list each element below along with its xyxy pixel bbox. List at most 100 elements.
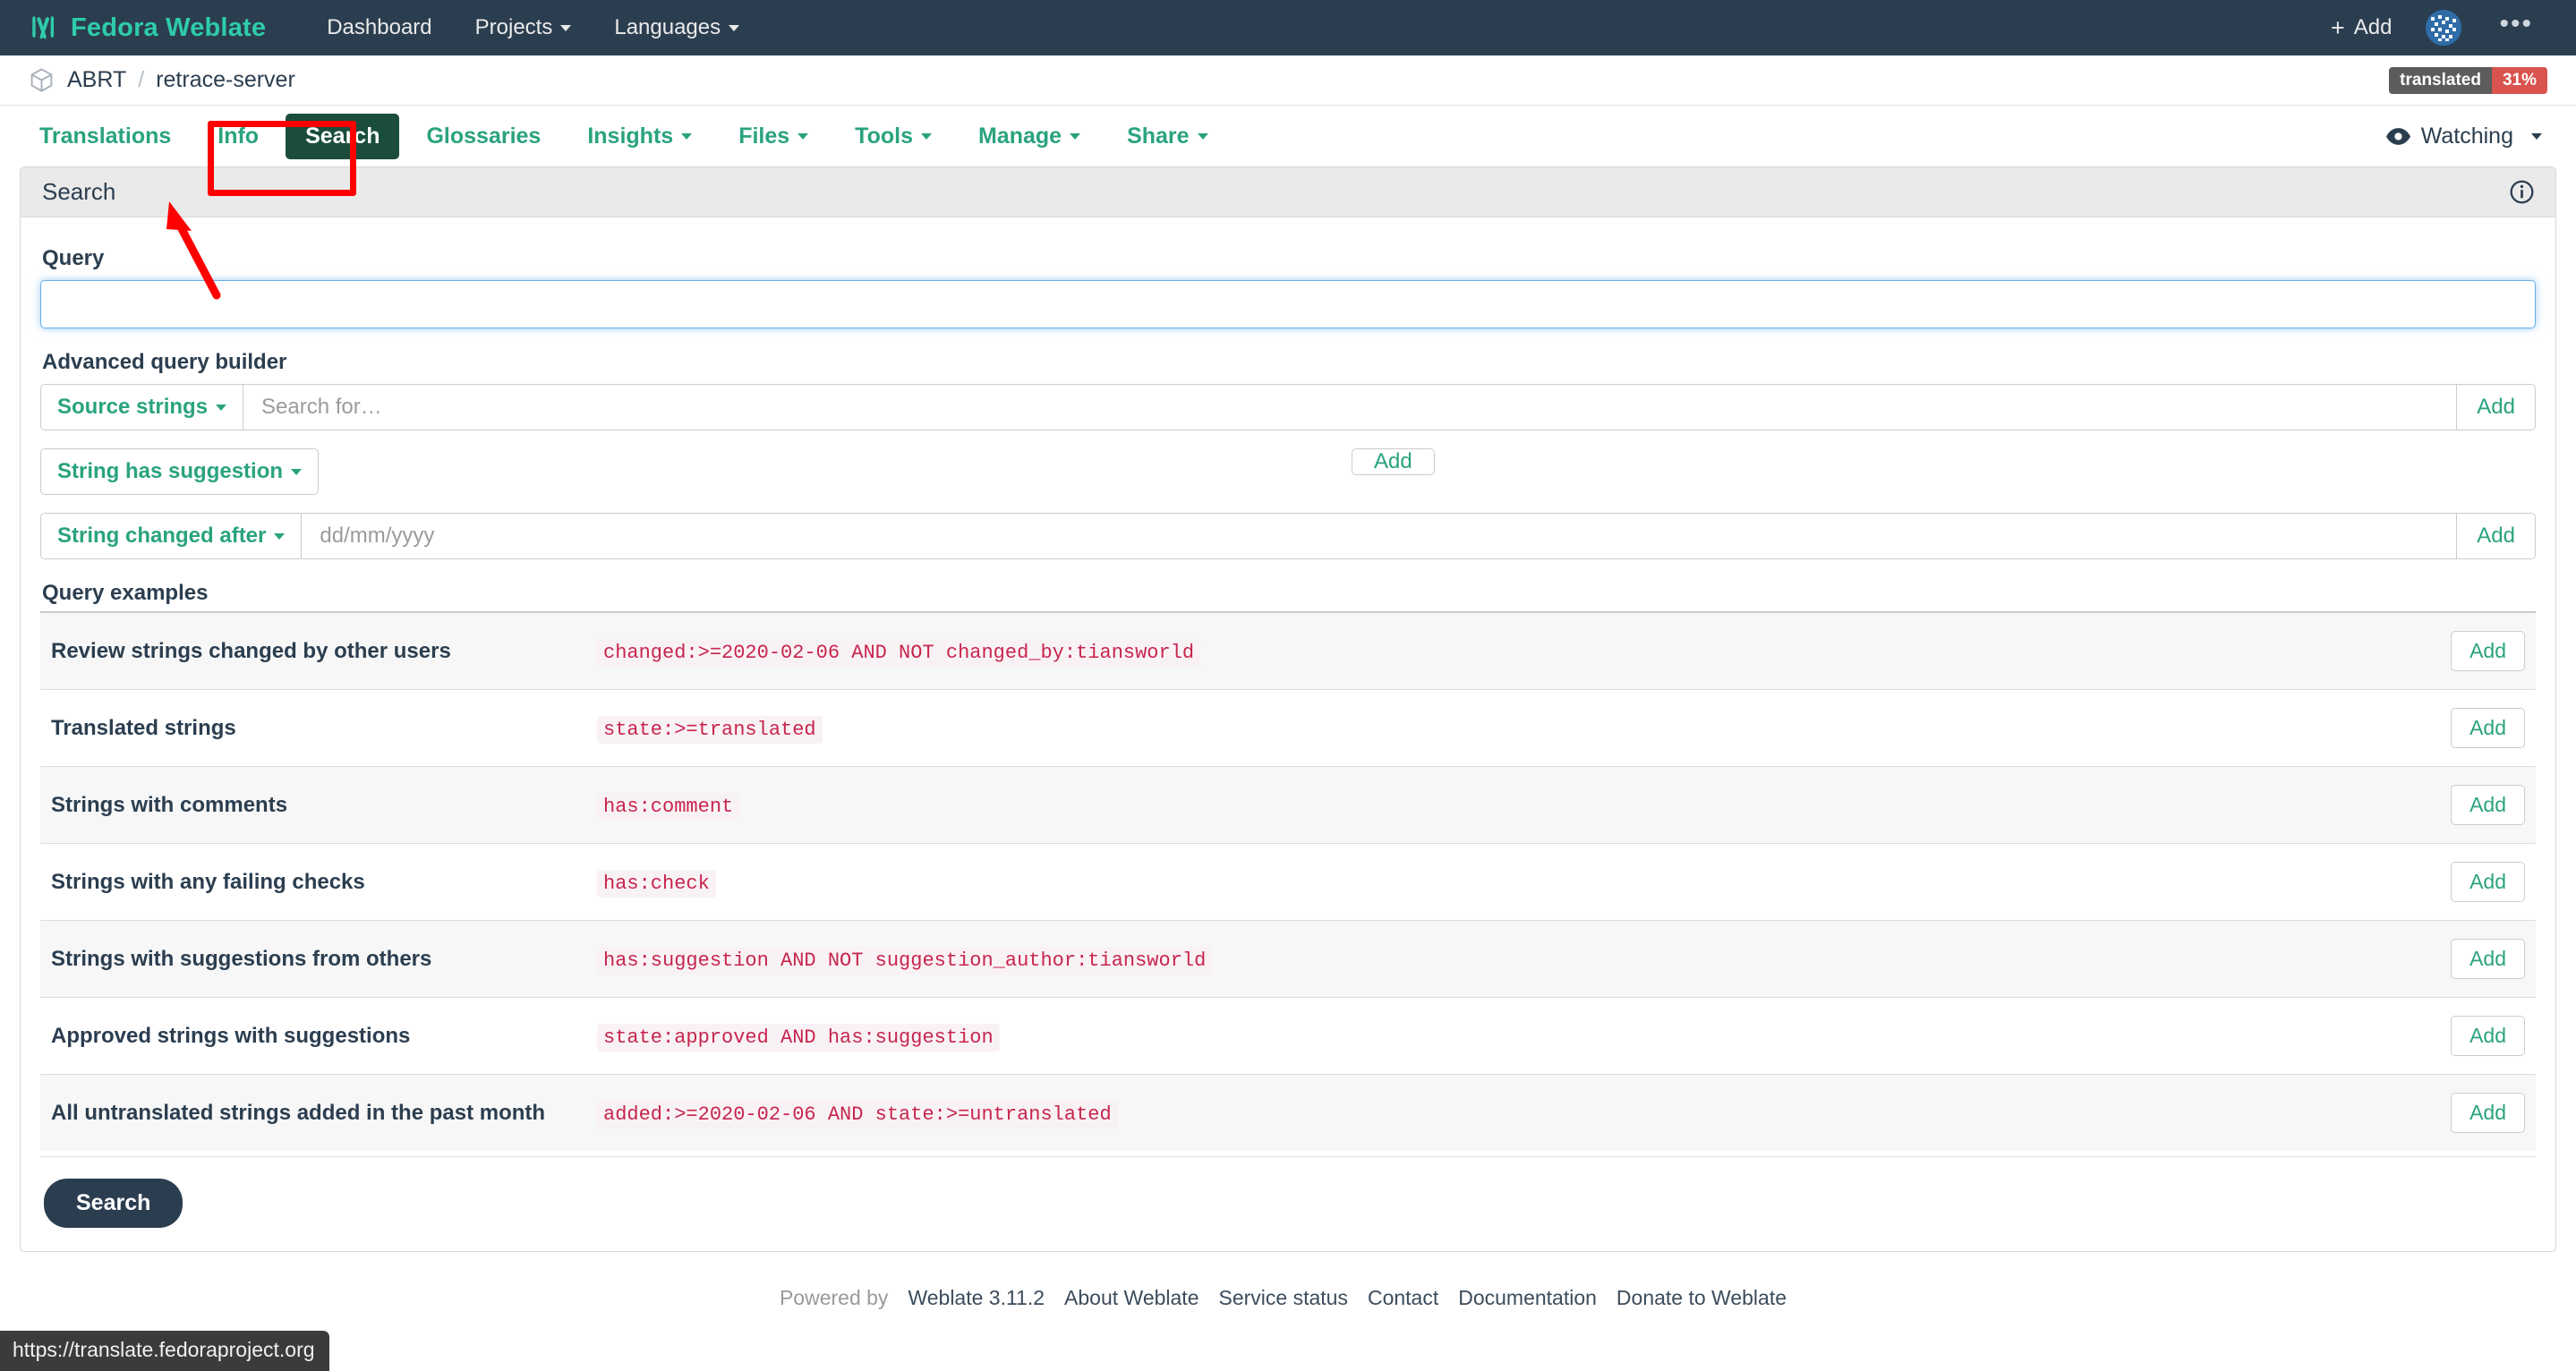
identicon-icon — [2426, 10, 2462, 46]
footer-link-service-status[interactable]: Service status — [1219, 1286, 1348, 1309]
example-code-cell: has:comment — [586, 767, 2419, 844]
query-input[interactable] — [40, 280, 2536, 328]
add-button-label: Add — [2353, 15, 2393, 39]
example-add-button-4[interactable]: Add — [2451, 939, 2525, 979]
example-action-cell: Add — [2419, 1075, 2536, 1152]
example-add-button-2[interactable]: Add — [2451, 785, 2525, 825]
query-builder-text-input-0[interactable] — [243, 384, 2457, 430]
example-name: All untranslated strings added in the pa… — [51, 1100, 546, 1125]
breadcrumb-separator: / — [138, 67, 145, 92]
example-query-code: has:comment — [597, 792, 740, 821]
tab-glossaries-label: Glossaries — [426, 123, 542, 149]
footer-link-donate[interactable]: Donate to Weblate — [1616, 1286, 1787, 1309]
page-footer: Powered by Weblate 3.11.2 About Weblate Ser… — [0, 1286, 2576, 1337]
search-submit-area: Search — [40, 1156, 2536, 1251]
example-action-cell: Add — [2419, 998, 2536, 1075]
status-badge-label: translated — [2389, 66, 2492, 94]
tab-manage-label: Manage — [977, 123, 1062, 149]
tab-search-label: Search — [305, 123, 380, 149]
info-icon[interactable] — [2510, 180, 2534, 204]
query-builder-field-select-2-label: String changed after — [57, 524, 267, 548]
query-builder-add-button-0[interactable]: Add — [2456, 384, 2536, 430]
nav-item-dashboard[interactable]: Dashboard — [305, 0, 453, 55]
search-panel: Search Query Advanced query builder Sour… — [20, 166, 2556, 1252]
tab-files[interactable]: Files — [719, 114, 828, 159]
example-add-button-0[interactable]: Add — [2451, 631, 2525, 671]
query-examples-label: Query examples — [42, 581, 209, 605]
example-query-code: state:>=translated — [597, 715, 823, 744]
footer-link-contact[interactable]: Contact — [1368, 1286, 1438, 1309]
tab-info[interactable]: Info — [198, 114, 278, 159]
tab-insights[interactable]: Insights — [567, 114, 712, 159]
footer-link-documentation[interactable]: Documentation — [1458, 1286, 1597, 1309]
example-query-code: changed:>=2020-02-06 AND NOT changed_by:… — [597, 638, 1201, 667]
query-builder-field-select-2[interactable]: String changed after — [40, 513, 303, 559]
add-button[interactable]: + Add — [2315, 15, 2408, 40]
brand-home-link[interactable]: Fedora Weblate — [29, 13, 266, 43]
query-builder-row-source-strings: Source strings Add — [40, 384, 2536, 430]
search-submit-button[interactable]: Search — [44, 1179, 183, 1228]
example-code-cell: state:approved AND has:suggestion — [586, 998, 2419, 1075]
watching-dropdown[interactable]: Watching — [2385, 123, 2560, 149]
advanced-query-builder-label: Advanced query builder — [42, 350, 287, 374]
example-add-button-5[interactable]: Add — [2451, 1016, 2525, 1056]
example-add-button-1[interactable]: Add — [2451, 708, 2525, 748]
tab-tools[interactable]: Tools — [835, 114, 951, 159]
query-builder-field-select-1-label: String has suggestion — [57, 459, 284, 483]
query-builder-add-button-1[interactable]: Add — [1352, 448, 1435, 475]
chevron-down-icon — [216, 404, 227, 411]
page-content: Search Query Advanced query builder Sour… — [0, 166, 2576, 1252]
footer-powered-by-label: Powered by — [779, 1286, 889, 1309]
page-title: Search — [42, 178, 116, 205]
breadcrumb-component-link[interactable]: retrace-server — [156, 67, 295, 93]
query-examples-table: Review strings changed by other users ch… — [40, 611, 2536, 1151]
tab-translations[interactable]: Translations — [20, 114, 191, 159]
example-action-cell: Add — [2419, 690, 2536, 767]
table-row: Strings with comments has:comment Add — [40, 766, 2536, 844]
example-code-cell: added:>=2020-02-06 AND state:>=untransla… — [586, 1075, 2419, 1152]
chevron-down-icon — [274, 532, 286, 540]
query-builder-add-button-2[interactable]: Add — [2456, 513, 2536, 559]
example-code-cell: has:check — [586, 844, 2419, 921]
tab-share[interactable]: Share — [1107, 114, 1227, 159]
example-code-cell: has:suggestion AND NOT suggestion_author… — [586, 921, 2419, 998]
example-add-button-6[interactable]: Add — [2451, 1093, 2525, 1133]
example-code-cell: changed:>=2020-02-06 AND NOT changed_by:… — [586, 612, 2419, 690]
nav-item-languages[interactable]: Languages — [593, 0, 761, 55]
query-builder-field-select-0[interactable]: Source strings — [40, 384, 244, 430]
tab-translations-label: Translations — [39, 123, 172, 149]
example-name: Strings with comments — [51, 792, 288, 817]
query-field-label: Query — [42, 246, 105, 270]
table-row: Strings with suggestions from others has… — [40, 920, 2536, 998]
example-action-cell: Add — [2419, 921, 2536, 998]
user-avatar[interactable] — [2426, 10, 2462, 46]
weblate-logo-icon — [32, 16, 55, 39]
example-action-cell: Add — [2419, 844, 2536, 921]
example-action-cell: Add — [2419, 612, 2536, 690]
example-query-code: has:check — [597, 869, 716, 898]
table-row: Review strings changed by other users ch… — [40, 612, 2536, 690]
chevron-down-icon — [2531, 132, 2542, 140]
chevron-down-icon — [291, 468, 303, 475]
status-badge[interactable]: translated 31% — [2389, 66, 2547, 94]
footer-link-about-weblate[interactable]: About Weblate — [1064, 1286, 1198, 1309]
query-builder-field-select-1[interactable]: String has suggestion — [40, 448, 320, 495]
example-code-cell: state:>=translated — [586, 690, 2419, 767]
overflow-menu-button[interactable]: ••• — [2485, 11, 2547, 38]
query-builder-date-input-2[interactable] — [302, 513, 2457, 559]
tab-manage[interactable]: Manage — [959, 114, 1100, 159]
nav-item-projects[interactable]: Projects — [454, 0, 593, 55]
chevron-down-icon — [1070, 132, 1081, 140]
eye-icon — [2385, 127, 2410, 145]
footer-link-weblate-version[interactable]: Weblate 3.11.2 — [908, 1286, 1045, 1309]
query-builder-row-has-suggestion: String has suggestion Add — [40, 448, 2536, 495]
tab-insights-label: Insights — [587, 123, 674, 149]
example-query-code: has:suggestion AND NOT suggestion_author… — [597, 946, 1213, 975]
breadcrumb-project-link[interactable]: ABRT — [67, 67, 126, 93]
example-add-button-3[interactable]: Add — [2451, 862, 2525, 902]
example-action-cell: Add — [2419, 767, 2536, 844]
tab-search[interactable]: Search — [286, 113, 400, 159]
tab-glossaries[interactable]: Glossaries — [406, 114, 560, 159]
tab-tools-label: Tools — [855, 123, 913, 149]
watching-label: Watching — [2420, 123, 2513, 149]
